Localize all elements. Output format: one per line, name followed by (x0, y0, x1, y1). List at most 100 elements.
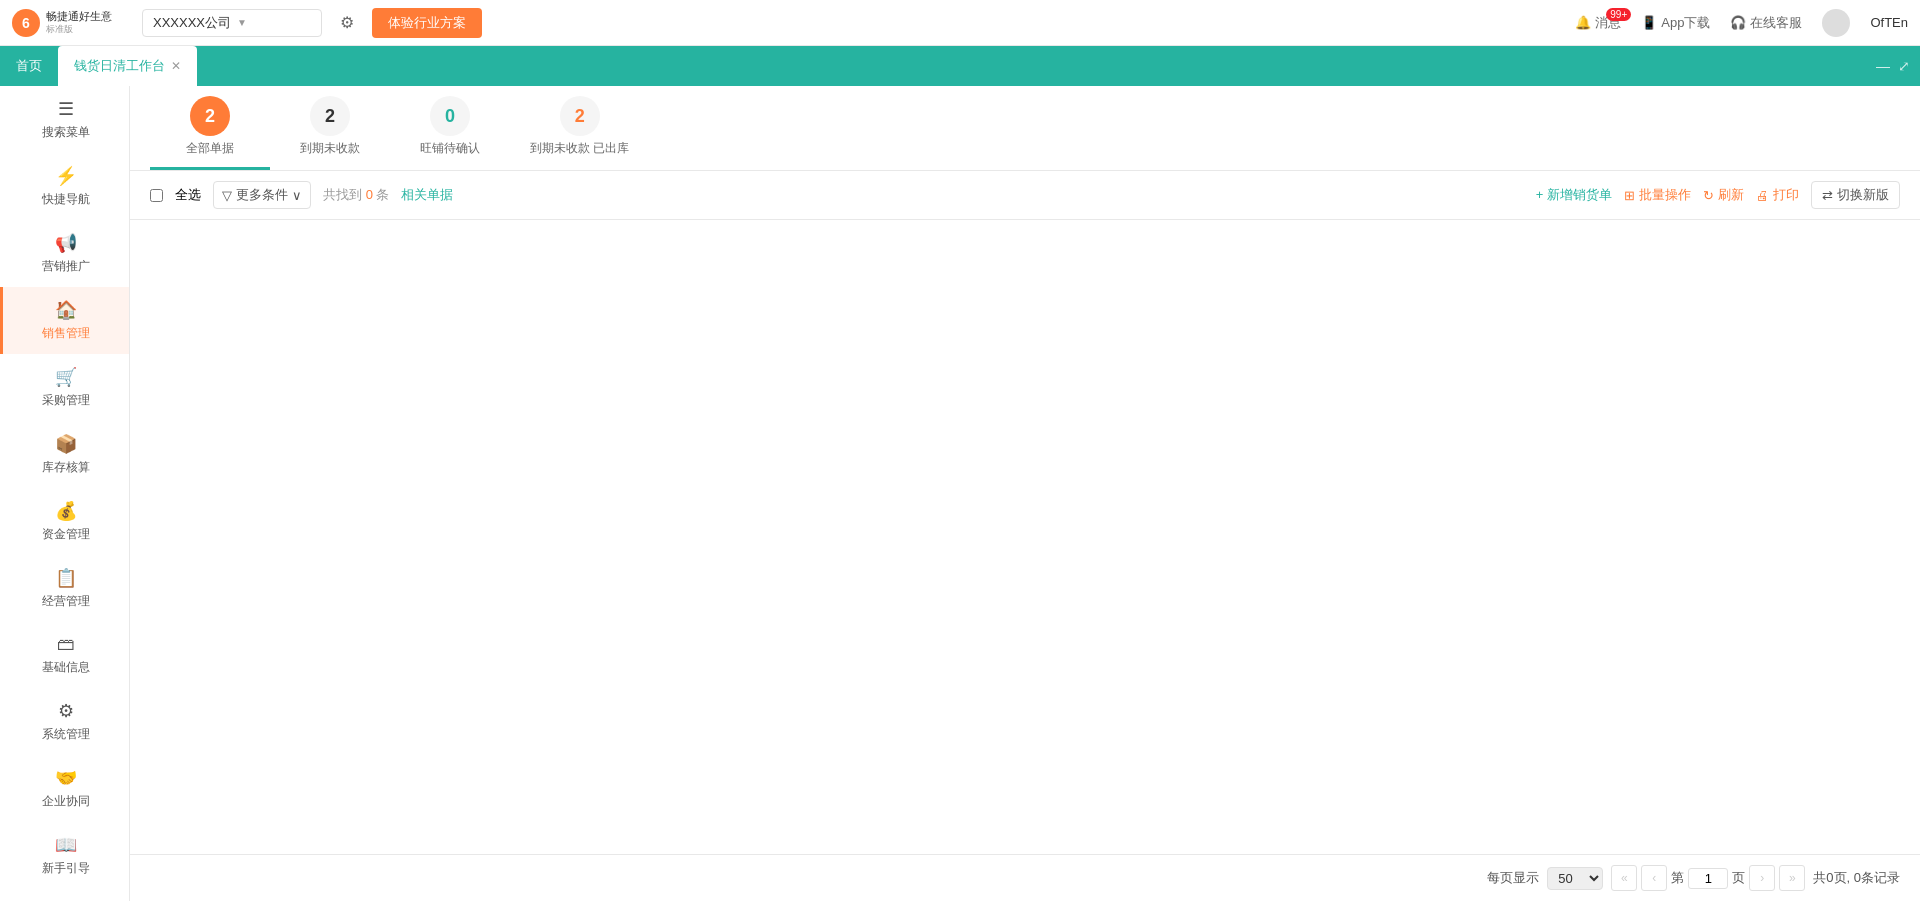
main-layout: ☰ 搜索菜单 ⚡ 快捷导航 📢 营销推广 🏠 销售管理 🛒 采购管理 📦 库存核… (0, 86, 1920, 901)
username: OfTEn (1870, 15, 1908, 30)
avatar[interactable] (1822, 9, 1850, 37)
related-records-link[interactable]: 相关单据 (401, 186, 453, 204)
sidebar-item-marketing[interactable]: 📢 营销推广 (0, 220, 129, 287)
purchase-icon: 🛒 (55, 366, 77, 388)
batch-operation-button[interactable]: ⊞ 批量操作 (1624, 186, 1691, 204)
switch-version-button[interactable]: ⇄ 切换新版 (1811, 181, 1900, 209)
app-download-button[interactable]: 📱 App下载 (1641, 14, 1710, 32)
search-menu-icon: ☰ (58, 98, 74, 120)
message-button[interactable]: 🔔 消息 99+ (1575, 14, 1621, 32)
gear-button[interactable]: ⚙ (332, 8, 362, 38)
tab-home[interactable]: 首页 (0, 46, 58, 86)
sidebar-item-operation[interactable]: 📋 经营管理 (0, 555, 129, 622)
experience-button[interactable]: 体验行业方案 (372, 8, 482, 38)
filter-button[interactable]: ▽ 更多条件 ∨ (213, 181, 311, 209)
toolbar: 全选 ▽ 更多条件 ∨ 共找到 0 条 相关单据 + 新增销货单 ⊞ 批量操作 … (130, 171, 1920, 220)
table-area (130, 220, 1920, 854)
refresh-button[interactable]: ↻ 刷新 (1703, 186, 1744, 204)
stat-num-overdue: 2 (310, 96, 350, 136)
page-size-select[interactable]: 50 10 20 100 (1547, 867, 1603, 890)
message-badge: 99+ (1606, 8, 1631, 21)
company-selector[interactable]: XXXXXX公司 ▼ (142, 9, 322, 37)
stat-label-pending: 旺铺待确认 (420, 140, 480, 157)
page-navigation: « ‹ 第 页 › » (1611, 865, 1805, 891)
online-service-button[interactable]: 🎧 在线客服 (1730, 14, 1802, 32)
logo-icon: 6 (12, 9, 40, 37)
sidebar-item-apps[interactable]: 📱 应用中心 (0, 889, 129, 901)
stats-tabs: 2 全部单据 2 到期未收款 0 旺铺待确认 2 到期未收款 已出库 (130, 86, 1920, 171)
page-unit: 页 (1732, 869, 1745, 887)
page-word: 第 (1671, 869, 1684, 887)
company-name: XXXXXX公司 (153, 14, 231, 32)
minimize-icon[interactable]: — (1876, 58, 1890, 74)
top-bar: 6 畅捷通好生意 标准版 XXXXXX公司 ▼ ⚙ 体验行业方案 🔔 消息 99… (0, 0, 1920, 46)
stat-label-all: 全部单据 (186, 140, 234, 157)
logo-area: 6 畅捷通好生意 标准版 (12, 9, 142, 37)
toolbar-right: + 新增销货单 ⊞ 批量操作 ↻ 刷新 🖨 打印 ⇄ 切换新版 (1536, 181, 1900, 209)
stat-num-all: 2 (190, 96, 230, 136)
filter-icon: ▽ (222, 188, 232, 203)
operation-icon: 📋 (55, 567, 77, 589)
sidebar-item-system[interactable]: ⚙ 系统管理 (0, 688, 129, 755)
found-count: 0 (366, 187, 373, 202)
sidebar: ☰ 搜索菜单 ⚡ 快捷导航 📢 营销推广 🏠 销售管理 🛒 采购管理 📦 库存核… (0, 86, 130, 901)
page-size-label: 每页显示 (1487, 869, 1539, 887)
bell-icon: 🔔 (1575, 15, 1591, 30)
sidebar-item-quicknav[interactable]: ⚡ 快捷导航 (0, 153, 129, 220)
top-right-actions: 🔔 消息 99+ 📱 App下载 🎧 在线客服 OfTEn (1575, 9, 1908, 37)
stat-num-overdue-out: 2 (560, 96, 600, 136)
next-page-button[interactable]: › (1749, 865, 1775, 891)
system-icon: ⚙ (58, 700, 74, 722)
tab-cashflow[interactable]: 钱货日清工作台 ✕ (58, 46, 197, 86)
logo-title: 畅捷通好生意 (46, 9, 112, 23)
stat-tab-all[interactable]: 2 全部单据 (150, 86, 270, 170)
filter-chevron: ∨ (292, 188, 302, 203)
pagination: 每页显示 50 10 20 100 « ‹ 第 页 › » 共0页, 0条记录 (130, 854, 1920, 901)
sidebar-item-finance[interactable]: 💰 资金管理 (0, 488, 129, 555)
phone-icon: 📱 (1641, 15, 1657, 30)
batch-icon: ⊞ (1624, 188, 1635, 203)
total-info: 共0页, 0条记录 (1813, 869, 1900, 887)
found-text: 共找到 0 条 (323, 186, 389, 204)
stat-label-overdue-out: 到期未收款 已出库 (530, 140, 629, 157)
base-icon: 🗃 (57, 634, 75, 655)
tab-bar: 首页 钱货日清工作台 ✕ — ⤢ (0, 46, 1920, 86)
sidebar-item-enterprise[interactable]: 🤝 企业协同 (0, 755, 129, 822)
sidebar-item-purchase[interactable]: 🛒 采购管理 (0, 354, 129, 421)
guide-icon: 📖 (55, 834, 77, 856)
tab-bar-actions: — ⤢ (1876, 58, 1920, 74)
switch-icon: ⇄ (1822, 188, 1833, 203)
finance-icon: 💰 (55, 500, 77, 522)
chevron-down-icon: ▼ (237, 17, 247, 28)
add-sales-order-button[interactable]: + 新增销货单 (1536, 186, 1612, 204)
enterprise-icon: 🤝 (55, 767, 77, 789)
sidebar-item-sales[interactable]: 🏠 销售管理 (0, 287, 129, 354)
prev-page-button[interactable]: ‹ (1641, 865, 1667, 891)
logo-badge: 标准版 (46, 23, 112, 36)
stat-tab-overdue[interactable]: 2 到期未收款 (270, 86, 390, 170)
sales-icon: 🏠 (55, 299, 77, 321)
last-page-button[interactable]: » (1779, 865, 1805, 891)
content-area: 2 全部单据 2 到期未收款 0 旺铺待确认 2 到期未收款 已出库 全选 ▽ … (130, 86, 1920, 901)
select-all-label: 全选 (175, 186, 201, 204)
sidebar-item-guide[interactable]: 📖 新手引导 (0, 822, 129, 889)
stat-tab-overdue-out[interactable]: 2 到期未收款 已出库 (510, 86, 649, 170)
sidebar-item-search[interactable]: ☰ 搜索菜单 (0, 86, 129, 153)
refresh-icon: ↻ (1703, 188, 1714, 203)
sidebar-item-base[interactable]: 🗃 基础信息 (0, 622, 129, 688)
marketing-icon: 📢 (55, 232, 77, 254)
sidebar-item-inventory[interactable]: 📦 库存核算 (0, 421, 129, 488)
print-icon: 🖨 (1756, 188, 1769, 203)
headset-icon: 🎧 (1730, 15, 1746, 30)
expand-icon[interactable]: ⤢ (1898, 58, 1910, 74)
inventory-icon: 📦 (55, 433, 77, 455)
print-button[interactable]: 🖨 打印 (1756, 186, 1799, 204)
tab-close-icon[interactable]: ✕ (171, 59, 181, 73)
first-page-button[interactable]: « (1611, 865, 1637, 891)
select-all-checkbox[interactable] (150, 189, 163, 202)
page-input[interactable] (1688, 868, 1728, 889)
stat-tab-pending[interactable]: 0 旺铺待确认 (390, 86, 510, 170)
stat-label-overdue: 到期未收款 (300, 140, 360, 157)
filter-label: 更多条件 (236, 186, 288, 204)
stat-num-pending: 0 (430, 96, 470, 136)
